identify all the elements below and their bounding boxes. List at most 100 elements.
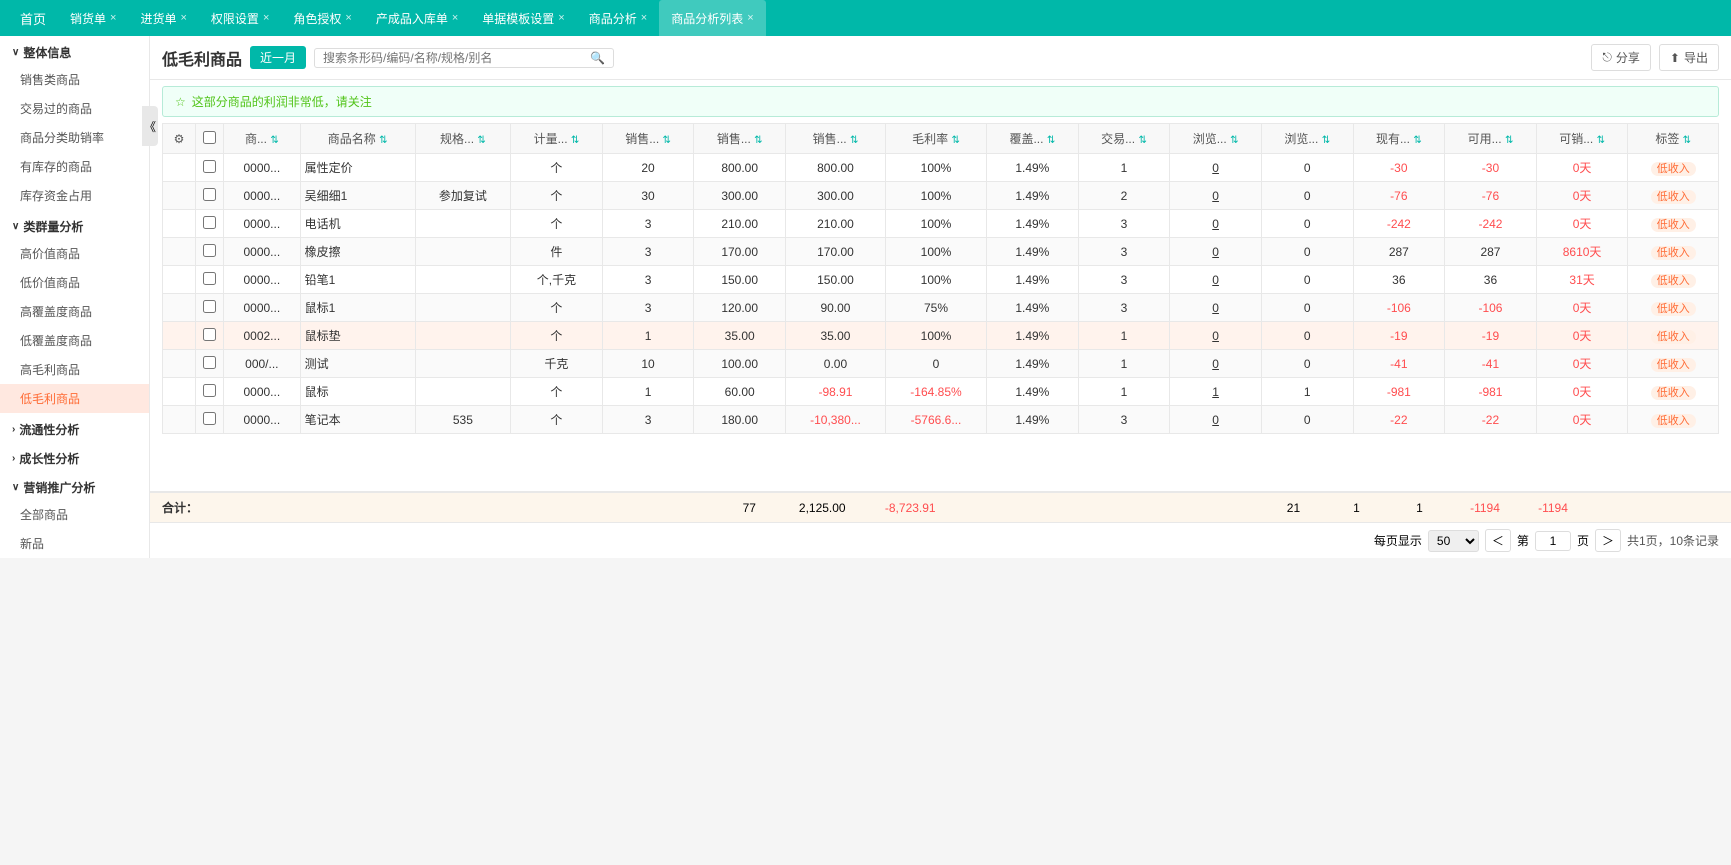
sidebar-item-low-value[interactable]: 低价值商品 xyxy=(0,268,149,297)
nav-product-analysis[interactable]: 商品分析 × xyxy=(577,0,659,36)
sidebar-group-growth-analysis[interactable]: › 成长性分析 xyxy=(0,442,149,471)
cell-view1[interactable]: 0 xyxy=(1170,294,1262,322)
close-finished-goods-icon[interactable]: × xyxy=(452,12,458,24)
date-filter-button[interactable]: 近一月 xyxy=(250,46,306,69)
col-available-stock[interactable]: 可用... ⇅ xyxy=(1445,124,1537,154)
sidebar-item-traded-goods[interactable]: 交易过的商品 xyxy=(0,94,149,123)
col-trade-count[interactable]: 交易... ⇅ xyxy=(1078,124,1170,154)
export-icon: ⬆ xyxy=(1670,51,1680,65)
row-checkbox[interactable] xyxy=(203,160,216,173)
cell-checkbox[interactable] xyxy=(196,406,224,434)
export-button[interactable]: ⬆ 导出 xyxy=(1659,44,1719,71)
nav-product-analysis-list[interactable]: 商品分析列表 × xyxy=(659,0,765,36)
cell-view1[interactable]: 0 xyxy=(1170,322,1262,350)
col-unit[interactable]: 计量... ⇅ xyxy=(511,124,603,154)
cell-view1[interactable]: 0 xyxy=(1170,406,1262,434)
cell-view1[interactable]: 0 xyxy=(1170,182,1262,210)
row-checkbox[interactable] xyxy=(203,188,216,201)
col-gross-margin[interactable]: 毛利率 ⇅ xyxy=(885,124,986,154)
next-page-button[interactable]: ＞ xyxy=(1595,529,1621,552)
nav-sales-order[interactable]: 销货单 × xyxy=(58,0,128,36)
page-number-input[interactable] xyxy=(1535,531,1571,551)
col-sales-profit[interactable]: 销售... ⇅ xyxy=(786,124,886,154)
select-all-checkbox[interactable] xyxy=(203,131,216,144)
sidebar-item-inventory-goods[interactable]: 有库存的商品 xyxy=(0,152,149,181)
row-checkbox[interactable] xyxy=(203,356,216,369)
sidebar-group-flow-analysis[interactable]: › 流通性分析 xyxy=(0,413,149,442)
share-button[interactable]: ⎋ 分享 xyxy=(1591,44,1651,71)
col-sales-qty[interactable]: 销售... ⇅ xyxy=(602,124,694,154)
sidebar-item-high-value[interactable]: 高价值商品 xyxy=(0,239,149,268)
col-view1[interactable]: 浏览... ⇅ xyxy=(1170,124,1262,154)
cell-checkbox[interactable] xyxy=(196,294,224,322)
cell-checkbox[interactable] xyxy=(196,154,224,182)
search-icon[interactable]: 🔍 xyxy=(590,51,605,65)
nav-permission-settings[interactable]: 权限设置 × xyxy=(199,0,281,36)
cell-view2: 0 xyxy=(1261,322,1353,350)
sidebar-group-marketing-analysis[interactable]: ∨ 营销推广分析 xyxy=(0,471,149,500)
cell-checkbox[interactable] xyxy=(196,378,224,406)
col-sales-amt[interactable]: 销售... ⇅ xyxy=(694,124,786,154)
cell-checkbox[interactable] xyxy=(196,210,224,238)
cell-view1[interactable]: 1 xyxy=(1170,378,1262,406)
cell-view1[interactable]: 0 xyxy=(1170,154,1262,182)
page-size-select[interactable]: 50 100 xyxy=(1428,530,1479,552)
sidebar-item-all-goods[interactable]: 全部商品 xyxy=(0,500,149,529)
col-spec[interactable]: 规格... ⇅ xyxy=(415,124,510,154)
col-settings[interactable]: ⚙ xyxy=(163,124,196,154)
cell-checkbox[interactable] xyxy=(196,266,224,294)
close-product-analysis-icon[interactable]: × xyxy=(641,12,647,24)
nav-home[interactable]: 首页 xyxy=(8,0,58,36)
sidebar-item-sales-goods[interactable]: 销售类商品 xyxy=(0,65,149,94)
row-checkbox[interactable] xyxy=(203,300,216,313)
cell-view1[interactable]: 0 xyxy=(1170,210,1262,238)
sidebar-collapse-button[interactable]: 《 xyxy=(142,106,158,146)
close-product-analysis-list-icon[interactable]: × xyxy=(747,12,753,24)
col-tag[interactable]: 标签 ⇅ xyxy=(1628,124,1719,154)
sidebar-group-general-info[interactable]: ∨ 整体信息 xyxy=(0,36,149,65)
cell-available-stock: 36 xyxy=(1445,266,1537,294)
row-checkbox[interactable] xyxy=(203,216,216,229)
cell-current-stock: -106 xyxy=(1353,294,1445,322)
cell-checkbox[interactable] xyxy=(196,350,224,378)
nav-purchase-order[interactable]: 进货单 × xyxy=(128,0,198,36)
row-checkbox[interactable] xyxy=(203,384,216,397)
row-checkbox[interactable] xyxy=(203,244,216,257)
sidebar-item-category-rate[interactable]: 商品分类助销率 xyxy=(0,123,149,152)
col-view2[interactable]: 浏览... ⇅ xyxy=(1261,124,1353,154)
col-current-stock[interactable]: 现有... ⇅ xyxy=(1353,124,1445,154)
col-saleable-days[interactable]: 可销... ⇅ xyxy=(1536,124,1628,154)
row-checkbox[interactable] xyxy=(203,328,216,341)
sidebar-item-low-coverage[interactable]: 低覆盖度商品 xyxy=(0,326,149,355)
sidebar-item-inventory-capital[interactable]: 库存资金占用 xyxy=(0,181,149,210)
cell-checkbox[interactable] xyxy=(196,322,224,350)
sidebar-item-new-goods[interactable]: 新品 xyxy=(0,529,149,558)
nav-template-settings[interactable]: 单据模板设置 × xyxy=(470,0,576,36)
col-code[interactable]: 商... ⇅ xyxy=(224,124,301,154)
nav-finished-goods[interactable]: 产成品入库单 × xyxy=(364,0,470,36)
cell-checkbox[interactable] xyxy=(196,182,224,210)
cell-checkbox[interactable] xyxy=(196,238,224,266)
table-wrapper[interactable]: ⚙ 商... ⇅ 商品名称 ⇅ 规格... ⇅ 计量... ⇅ 销售... ⇅ … xyxy=(150,123,1731,491)
prev-page-button[interactable]: ＜ xyxy=(1485,529,1511,552)
row-checkbox[interactable] xyxy=(203,412,216,425)
nav-role-auth[interactable]: 角色授权 × xyxy=(281,0,363,36)
close-permission-icon[interactable]: × xyxy=(263,12,269,24)
sidebar-group-cluster-analysis[interactable]: ∨ 类群量分析 xyxy=(0,210,149,239)
sidebar-item-high-coverage[interactable]: 高覆盖度商品 xyxy=(0,297,149,326)
cell-view1[interactable]: 0 xyxy=(1170,350,1262,378)
close-sales-order-icon[interactable]: × xyxy=(110,12,116,24)
close-purchase-order-icon[interactable]: × xyxy=(180,12,186,24)
search-input[interactable] xyxy=(323,51,590,65)
search-box[interactable]: 🔍 xyxy=(314,48,614,68)
cell-view1[interactable]: 0 xyxy=(1170,238,1262,266)
row-checkbox[interactable] xyxy=(203,272,216,285)
close-role-auth-icon[interactable]: × xyxy=(345,12,351,24)
sidebar-item-high-margin[interactable]: 高毛利商品 xyxy=(0,355,149,384)
col-coverage[interactable]: 覆盖... ⇅ xyxy=(987,124,1079,154)
col-checkbox[interactable] xyxy=(196,124,224,154)
col-name[interactable]: 商品名称 ⇅ xyxy=(300,124,415,154)
close-template-icon[interactable]: × xyxy=(558,12,564,24)
sidebar-item-low-margin[interactable]: 低毛利商品 xyxy=(0,384,149,413)
cell-view1[interactable]: 0 xyxy=(1170,266,1262,294)
